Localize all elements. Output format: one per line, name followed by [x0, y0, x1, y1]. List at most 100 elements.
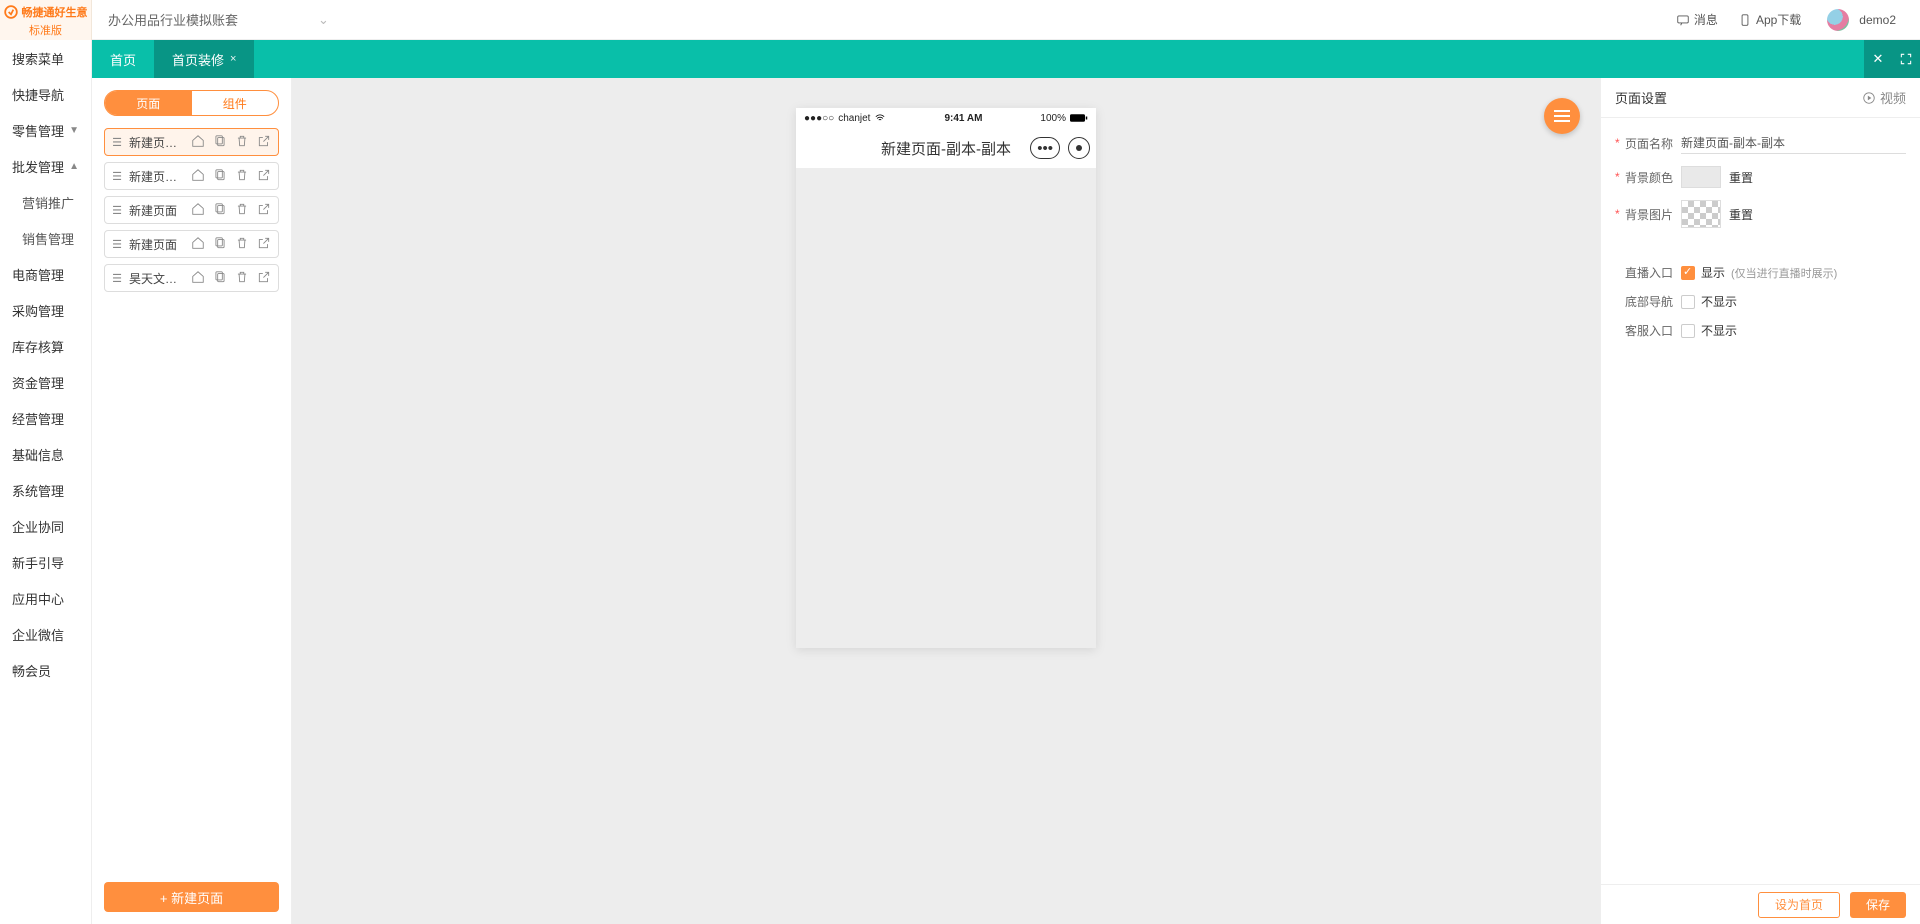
service-text: 不显示 — [1701, 322, 1737, 339]
copy-icon[interactable] — [212, 202, 228, 219]
copy-icon[interactable] — [212, 168, 228, 185]
page-list-item[interactable]: ☰新建页面 — [104, 196, 279, 224]
live-hint: (仅当进行直播时展示) — [1731, 265, 1837, 281]
signal-dots-icon: ●●●○○ — [804, 113, 834, 124]
drag-handle-icon[interactable]: ☰ — [111, 136, 123, 149]
page-list-item[interactable]: ☰新建页面-副本 — [104, 162, 279, 190]
trash-icon[interactable] — [234, 134, 250, 151]
left-panel: 页面 组件 ☰ 新建页面-副本-... ☰新建页面-副本 ☰新建页面 ☰新建页面 ☰昊天文… — [92, 78, 292, 924]
bgcolor-swatch[interactable] — [1681, 166, 1721, 188]
floating-menu-button[interactable] — [1544, 98, 1580, 134]
sidebar-item-label: 采购管理 — [12, 301, 64, 320]
external-link-icon[interactable] — [256, 134, 272, 151]
tab-close-button[interactable]: ✕ — [1864, 40, 1892, 78]
service-checkbox[interactable] — [1681, 324, 1695, 338]
canvas[interactable]: ●●●○○ chanjet 9:41 AM 100% 新建页面-副本-副本 — [292, 78, 1600, 924]
bgimage-reset[interactable]: 重置 — [1729, 206, 1753, 223]
external-link-icon[interactable] — [256, 202, 272, 219]
app-download-button[interactable]: App下载 — [1728, 11, 1811, 28]
page-list-item[interactable]: ☰ 新建页面-副本-... — [104, 128, 279, 156]
expand-icon: ▼ — [69, 125, 79, 136]
sidebar-item[interactable]: 畅会员 — [0, 652, 91, 688]
field-bottomnav-label: 底部导航 — [1625, 293, 1681, 310]
live-checkbox[interactable] — [1681, 266, 1695, 280]
miniprogram-close-icon — [1068, 137, 1090, 159]
home-icon[interactable] — [190, 168, 206, 185]
wifi-icon — [874, 113, 886, 123]
drag-handle-icon[interactable]: ☰ — [111, 272, 123, 285]
phone-icon — [1738, 13, 1752, 27]
drag-handle-icon[interactable]: ☰ — [111, 204, 123, 217]
tab[interactable]: 首页 — [92, 40, 154, 78]
home-icon[interactable] — [190, 236, 206, 253]
phone-body[interactable] — [796, 168, 1096, 648]
bgcolor-reset[interactable]: 重置 — [1729, 169, 1753, 186]
bottomnav-checkbox[interactable] — [1681, 295, 1695, 309]
home-icon[interactable] — [190, 270, 206, 287]
messages-button[interactable]: 消息 — [1666, 11, 1728, 28]
page-name-input[interactable] — [1681, 132, 1906, 154]
bgimage-swatch[interactable] — [1681, 200, 1721, 228]
home-icon[interactable] — [190, 202, 206, 219]
trash-icon[interactable] — [234, 168, 250, 185]
sidebar-subitem[interactable]: 销售管理 — [0, 220, 91, 256]
play-circle-icon — [1862, 91, 1876, 105]
sidebar-item[interactable]: 新手引导 — [0, 544, 91, 580]
field-bgimage-label: 背景图片 — [1625, 206, 1681, 223]
messages-label: 消息 — [1694, 11, 1718, 28]
home-icon[interactable] — [190, 134, 206, 151]
sidebar-item[interactable]: 库存核算 — [0, 328, 91, 364]
trash-icon[interactable] — [234, 236, 250, 253]
drag-handle-icon[interactable]: ☰ — [111, 238, 123, 251]
segment-page[interactable]: 页面 — [105, 91, 192, 115]
save-button[interactable]: 保存 — [1850, 892, 1906, 918]
sidebar-item[interactable]: 批发管理▲ — [0, 148, 91, 184]
video-link[interactable]: 视频 — [1862, 88, 1906, 107]
phone-title: 新建页面-副本-副本 — [881, 138, 1011, 159]
sidebar-item[interactable]: 系统管理 — [0, 472, 91, 508]
copy-icon[interactable] — [212, 270, 228, 287]
sidebar-subitem[interactable]: 营销推广 — [0, 184, 91, 220]
field-live-label: 直播入口 — [1625, 264, 1681, 281]
sidebar-item[interactable]: 搜索菜单 — [0, 40, 91, 76]
sidebar-item[interactable]: 采购管理 — [0, 292, 91, 328]
avatar — [1827, 9, 1849, 31]
hamburger-icon — [1554, 110, 1570, 122]
sidebar-item[interactable]: 应用中心 — [0, 580, 91, 616]
sidebar-item[interactable]: 资金管理 — [0, 364, 91, 400]
sidebar-item[interactable]: 快捷导航 — [0, 76, 91, 112]
segment-component[interactable]: 组件 — [192, 91, 279, 115]
field-service-label: 客服入口 — [1625, 322, 1681, 339]
sidebar-item[interactable]: 电商管理 — [0, 256, 91, 292]
sidebar-item-label: 库存核算 — [12, 337, 64, 356]
sidebar-item[interactable]: 基础信息 — [0, 436, 91, 472]
trash-icon[interactable] — [234, 270, 250, 287]
sidebar-item[interactable]: 企业微信 — [0, 616, 91, 652]
trash-icon[interactable] — [234, 202, 250, 219]
tab[interactable]: 首页装修× — [154, 40, 254, 78]
segment-control: 页面 组件 — [104, 90, 279, 116]
user-menu[interactable]: demo2 — [1811, 9, 1920, 31]
external-link-icon[interactable] — [256, 168, 272, 185]
bottomnav-text: 不显示 — [1701, 293, 1737, 310]
sidebar-item[interactable]: 零售管理▼ — [0, 112, 91, 148]
external-link-icon[interactable] — [256, 270, 272, 287]
close-icon[interactable]: × — [230, 53, 236, 65]
copy-icon[interactable] — [212, 236, 228, 253]
set-home-button[interactable]: 设为首页 — [1758, 892, 1840, 918]
new-page-button[interactable]: + 新建页面 — [104, 882, 279, 912]
page-list-item[interactable]: ☰新建页面 — [104, 230, 279, 258]
drag-handle-icon[interactable]: ☰ — [111, 170, 123, 183]
sidebar-item-label: 资金管理 — [12, 373, 64, 392]
page-list-item[interactable]: ☰昊天文具店 — [104, 264, 279, 292]
brand-box[interactable]: 畅捷通好生意 标准版 — [0, 0, 92, 40]
fullscreen-button[interactable] — [1892, 40, 1920, 78]
phone-time: 9:41 AM — [886, 113, 1040, 124]
sidebar-item[interactable]: 企业协同 — [0, 508, 91, 544]
sidebar-item[interactable]: 经营管理 — [0, 400, 91, 436]
copy-icon[interactable] — [212, 134, 228, 151]
tab-label: 首页 — [110, 50, 136, 69]
external-link-icon[interactable] — [256, 236, 272, 253]
page-name: 新建页面-副本-... — [129, 134, 184, 151]
account-selector[interactable]: 办公用品行业模拟账套 ⌄ — [92, 10, 345, 29]
